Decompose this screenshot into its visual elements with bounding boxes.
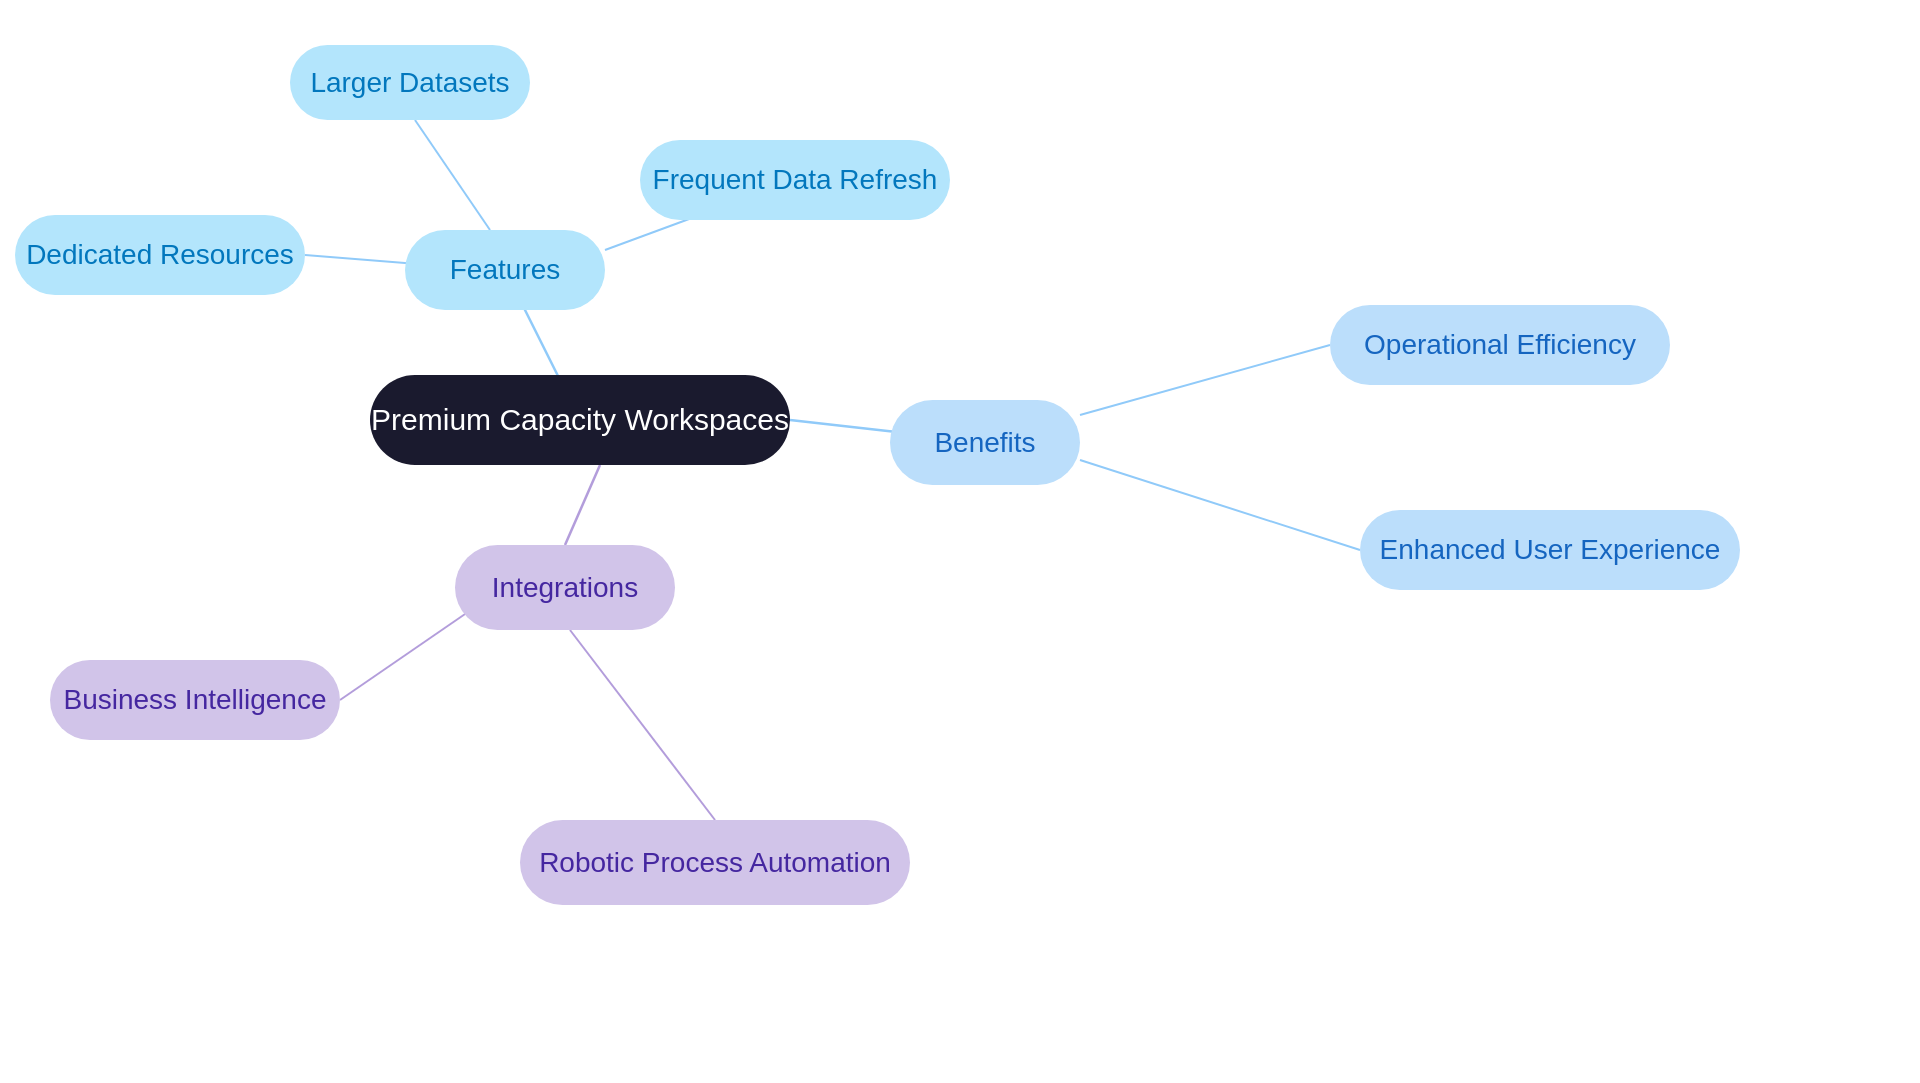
frequent-data-refresh-node: Frequent Data Refresh — [640, 140, 950, 220]
features-node: Features — [405, 230, 605, 310]
business-intelligence-label: Business Intelligence — [63, 684, 326, 716]
operational-efficiency-node: Operational Efficiency — [1330, 305, 1670, 385]
enhanced-user-experience-label: Enhanced User Experience — [1380, 534, 1721, 566]
svg-line-9 — [570, 630, 715, 820]
frequent-data-refresh-label: Frequent Data Refresh — [653, 164, 938, 196]
features-label: Features — [450, 254, 561, 286]
robotic-process-automation-node: Robotic Process Automation — [520, 820, 910, 905]
center-node: Premium Capacity Workspaces — [370, 375, 790, 465]
dedicated-resources-label: Dedicated Resources — [26, 239, 294, 271]
benefits-label: Benefits — [934, 427, 1035, 459]
svg-line-6 — [1080, 460, 1360, 550]
robotic-process-automation-label: Robotic Process Automation — [539, 847, 891, 879]
integrations-node: Integrations — [455, 545, 675, 630]
operational-efficiency-label: Operational Efficiency — [1364, 329, 1636, 361]
benefits-node: Benefits — [890, 400, 1080, 485]
dedicated-resources-node: Dedicated Resources — [15, 215, 305, 295]
svg-line-1 — [415, 120, 490, 230]
svg-line-5 — [1080, 345, 1330, 415]
svg-line-7 — [565, 465, 600, 545]
larger-datasets-label: Larger Datasets — [310, 67, 509, 99]
larger-datasets-node: Larger Datasets — [290, 45, 530, 120]
integrations-label: Integrations — [492, 572, 638, 604]
enhanced-user-experience-node: Enhanced User Experience — [1360, 510, 1740, 590]
center-label: Premium Capacity Workspaces — [371, 403, 789, 437]
business-intelligence-node: Business Intelligence — [50, 660, 340, 740]
